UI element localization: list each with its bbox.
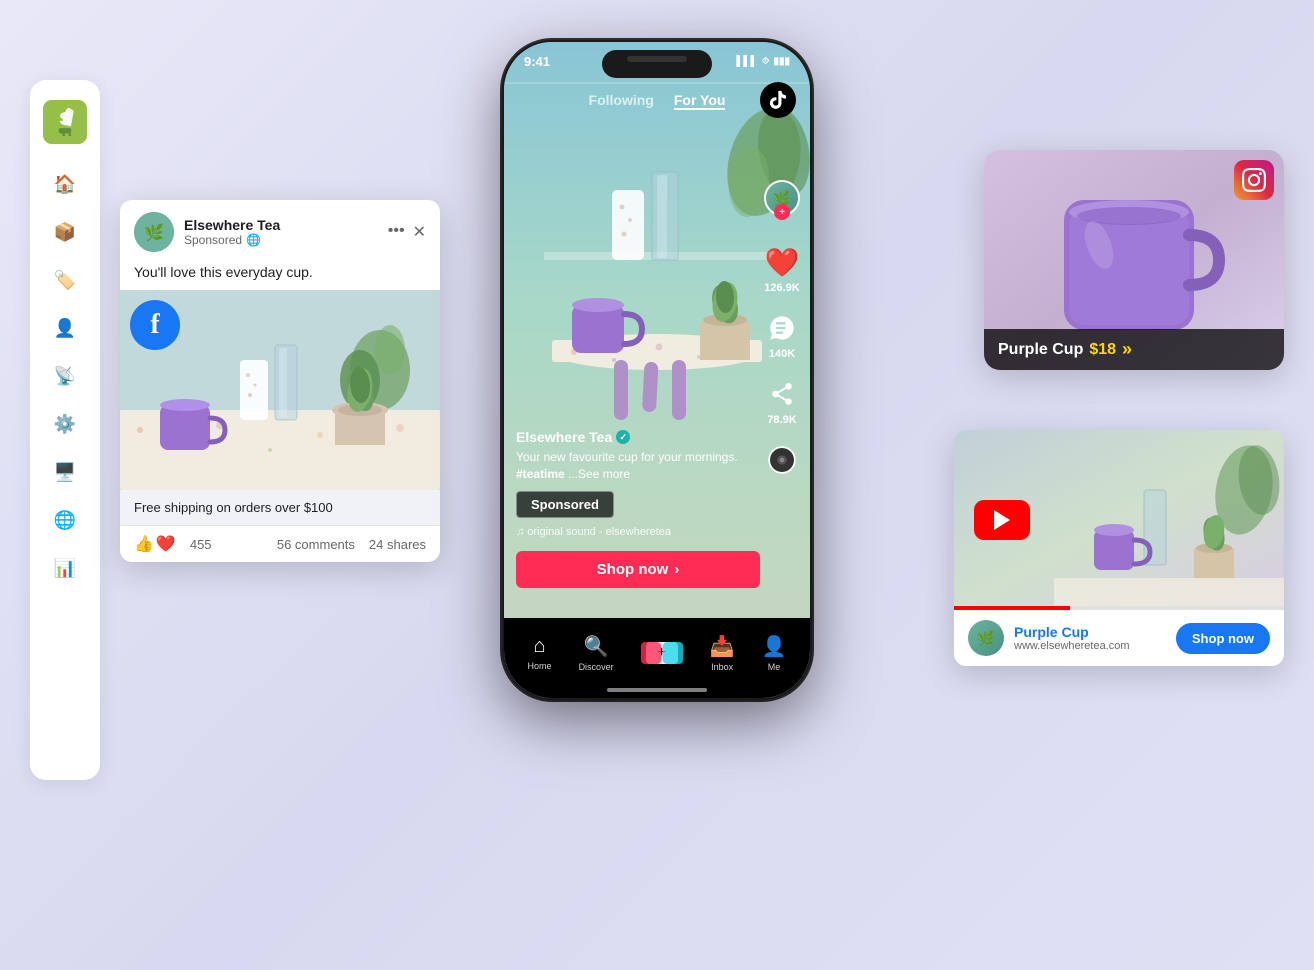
fb-reactions-bar: 👍 ❤️ 455 56 comments 24 shares	[120, 525, 440, 562]
tiktok-create-btn[interactable]: +	[641, 639, 683, 667]
tiktok-sound-info: ♫ original sound - elsewheretea	[516, 526, 760, 538]
tiktok-nav-home[interactable]: ⌂ Home	[528, 635, 552, 671]
sidebar-item-customers[interactable]: 👤	[45, 308, 85, 348]
fb-brand-name: Elsewhere Tea	[184, 217, 378, 233]
tiktok-profile-icon: 👤	[762, 634, 787, 659]
instagram-price-bar: Purple Cup $18 »	[984, 329, 1284, 370]
fb-card-actions: ••• ✕	[388, 222, 426, 242]
tiktok-verified-icon: ✓	[616, 430, 630, 444]
instagram-price: $18	[1089, 341, 1116, 359]
tiktok-profile-action[interactable]: 🌿 +	[764, 180, 800, 216]
youtube-product-title: Purple Cup	[1014, 624, 1166, 640]
instagram-arrows-icon: »	[1122, 339, 1132, 360]
tiktok-for-you-tab[interactable]: For You	[674, 92, 726, 110]
signal-icon: ▌▌▌	[736, 56, 757, 67]
fb-reactions-count: 455	[190, 537, 212, 552]
globe-icon: 🌐	[246, 233, 261, 247]
tiktok-search-icon: 🔍	[584, 634, 609, 659]
tiktok-following-tab[interactable]: Following	[589, 92, 654, 110]
tiktok-nav-me[interactable]: 👤 Me	[762, 634, 787, 672]
tiktok-comment-icon	[764, 310, 800, 346]
tiktok-video-info: Elsewhere Tea ✓ Your new favourite cup f…	[516, 429, 760, 538]
tiktok-logo-icon	[760, 82, 796, 118]
shopify-logo-icon[interactable]: S	[43, 100, 87, 144]
tiktok-music-disc-icon	[764, 442, 800, 478]
tiktok-likes-count: 126.9K	[764, 282, 799, 294]
youtube-website-url: www.elsewheretea.com	[1014, 640, 1166, 652]
tiktok-inbox-icon: 📥	[710, 634, 735, 659]
fb-ad-image: f	[120, 290, 440, 490]
tiktok-share-icon	[764, 376, 800, 412]
youtube-ad-info: 🌿 Purple Cup www.elsewheretea.com Shop n…	[954, 610, 1284, 666]
fb-brand-avatar: 🌿	[134, 212, 174, 252]
tiktok-like-action[interactable]: ❤️ 126.9K	[764, 244, 800, 294]
sidebar-item-home[interactable]: 🏠	[45, 164, 85, 204]
tiktok-nav-inbox[interactable]: 📥 Inbox	[710, 634, 735, 672]
fb-sponsored-label: Sponsored 🌐	[184, 233, 378, 247]
sidebar-item-analytics[interactable]: 🌐	[45, 500, 85, 540]
tiktok-action-panel: 🌿 + ❤️ 126.9K 140K	[764, 180, 800, 478]
svg-text:🌿: 🌿	[144, 223, 164, 242]
tiktok-nav-create[interactable]: +	[641, 639, 683, 667]
battery-icon: ▮▮▮	[773, 56, 790, 67]
tiktok-comments-count: 140K	[769, 348, 795, 360]
fb-close-icon[interactable]: ✕	[413, 222, 426, 242]
youtube-shop-now-button[interactable]: Shop now	[1176, 623, 1270, 654]
facebook-logo-icon: f	[130, 300, 180, 350]
svg-text:S: S	[59, 109, 71, 129]
tiktok-shop-now-button[interactable]: Shop now ›	[516, 551, 760, 588]
tiktok-share-action[interactable]: 78.9K	[764, 376, 800, 426]
status-time: 9:41	[524, 54, 550, 69]
youtube-play-icon	[994, 510, 1010, 530]
tiktok-nav-discover[interactable]: 🔍 Discover	[579, 634, 614, 672]
youtube-progress-fill	[954, 606, 1070, 610]
tiktok-username: Elsewhere Tea ✓	[516, 429, 760, 445]
instagram-ad-card: Purple Cup $18 »	[984, 150, 1284, 370]
reaction-icons: 👍 ❤️	[134, 534, 176, 554]
phone-speaker	[627, 56, 687, 62]
tiktok-video-caption: Your new favourite cup for your mornings…	[516, 449, 760, 483]
youtube-brand-info: Purple Cup www.elsewheretea.com	[1014, 624, 1166, 652]
fb-brand-info: Elsewhere Tea Sponsored 🌐	[184, 217, 378, 247]
sidebar-item-settings[interactable]: ⚙️	[45, 404, 85, 444]
sidebar-item-reports[interactable]: 🖥️	[45, 452, 85, 492]
wifi-icon: ⟐	[762, 56, 770, 67]
sidebar-item-charts[interactable]: 📊	[45, 548, 85, 588]
shopify-sidebar: S 🏠 📦 🏷️ 👤 📡 ⚙️ 🖥️ 🌐 📊	[30, 80, 100, 780]
youtube-progress-bar	[954, 606, 1284, 610]
instagram-product-image: Purple Cup $18 »	[984, 150, 1284, 370]
tiktok-home-icon: ⌂	[533, 635, 545, 658]
fb-card-header: 🌿 Elsewhere Tea Sponsored 🌐 ••• ✕	[120, 200, 440, 264]
tiktok-music-action[interactable]	[764, 442, 800, 478]
youtube-ad-card: 🌿 Purple Cup www.elsewheretea.com Shop n…	[954, 430, 1284, 666]
phone-screen: 9:41 ▌▌▌ ⟐ ▮▮▮ Following For You	[504, 42, 810, 698]
sidebar-item-tags[interactable]: 🏷️	[45, 260, 85, 300]
tiktok-heart-icon: ❤️	[764, 244, 800, 280]
status-icons: ▌▌▌ ⟐ ▮▮▮	[736, 56, 790, 67]
tiktok-shares-count: 78.9K	[767, 414, 796, 426]
fb-more-icon[interactable]: •••	[388, 222, 405, 242]
instagram-logo-icon	[1234, 160, 1274, 200]
youtube-brand-avatar: 🌿	[968, 620, 1004, 656]
sidebar-item-orders[interactable]: 📦	[45, 212, 85, 252]
youtube-logo-icon	[974, 500, 1030, 540]
sidebar-item-marketing[interactable]: 📡	[45, 356, 85, 396]
fb-shares-count: 24 shares	[369, 537, 426, 552]
phone-shell: 9:41 ▌▌▌ ⟐ ▮▮▮ Following For You	[502, 40, 812, 700]
tiktok-follow-plus: +	[774, 204, 790, 220]
fb-stats: 56 comments 24 shares	[277, 537, 426, 552]
tiktok-shop-chevron-icon: ›	[674, 561, 679, 578]
tiktok-hashtag: #teatime	[516, 467, 565, 481]
facebook-ad-card: 🌿 Elsewhere Tea Sponsored 🌐 ••• ✕ You'll…	[120, 200, 440, 562]
phone-home-indicator	[607, 688, 707, 692]
tiktok-bottom-nav: ⌂ Home 🔍 Discover + 📥 Inbox	[504, 618, 810, 698]
tiktok-sponsored-label: Sponsored	[516, 491, 614, 518]
fb-description: You'll love this everyday cup.	[120, 264, 440, 290]
fb-comments-count: 56 comments	[277, 537, 355, 552]
youtube-ad-thumbnail	[954, 430, 1284, 610]
tiktok-comment-action[interactable]: 140K	[764, 310, 800, 360]
phone-wrapper: 9:41 ▌▌▌ ⟐ ▮▮▮ Following For You	[502, 40, 812, 700]
instagram-product-name: Purple Cup	[998, 341, 1083, 359]
fb-shipping-text: Free shipping on orders over $100	[120, 490, 440, 525]
